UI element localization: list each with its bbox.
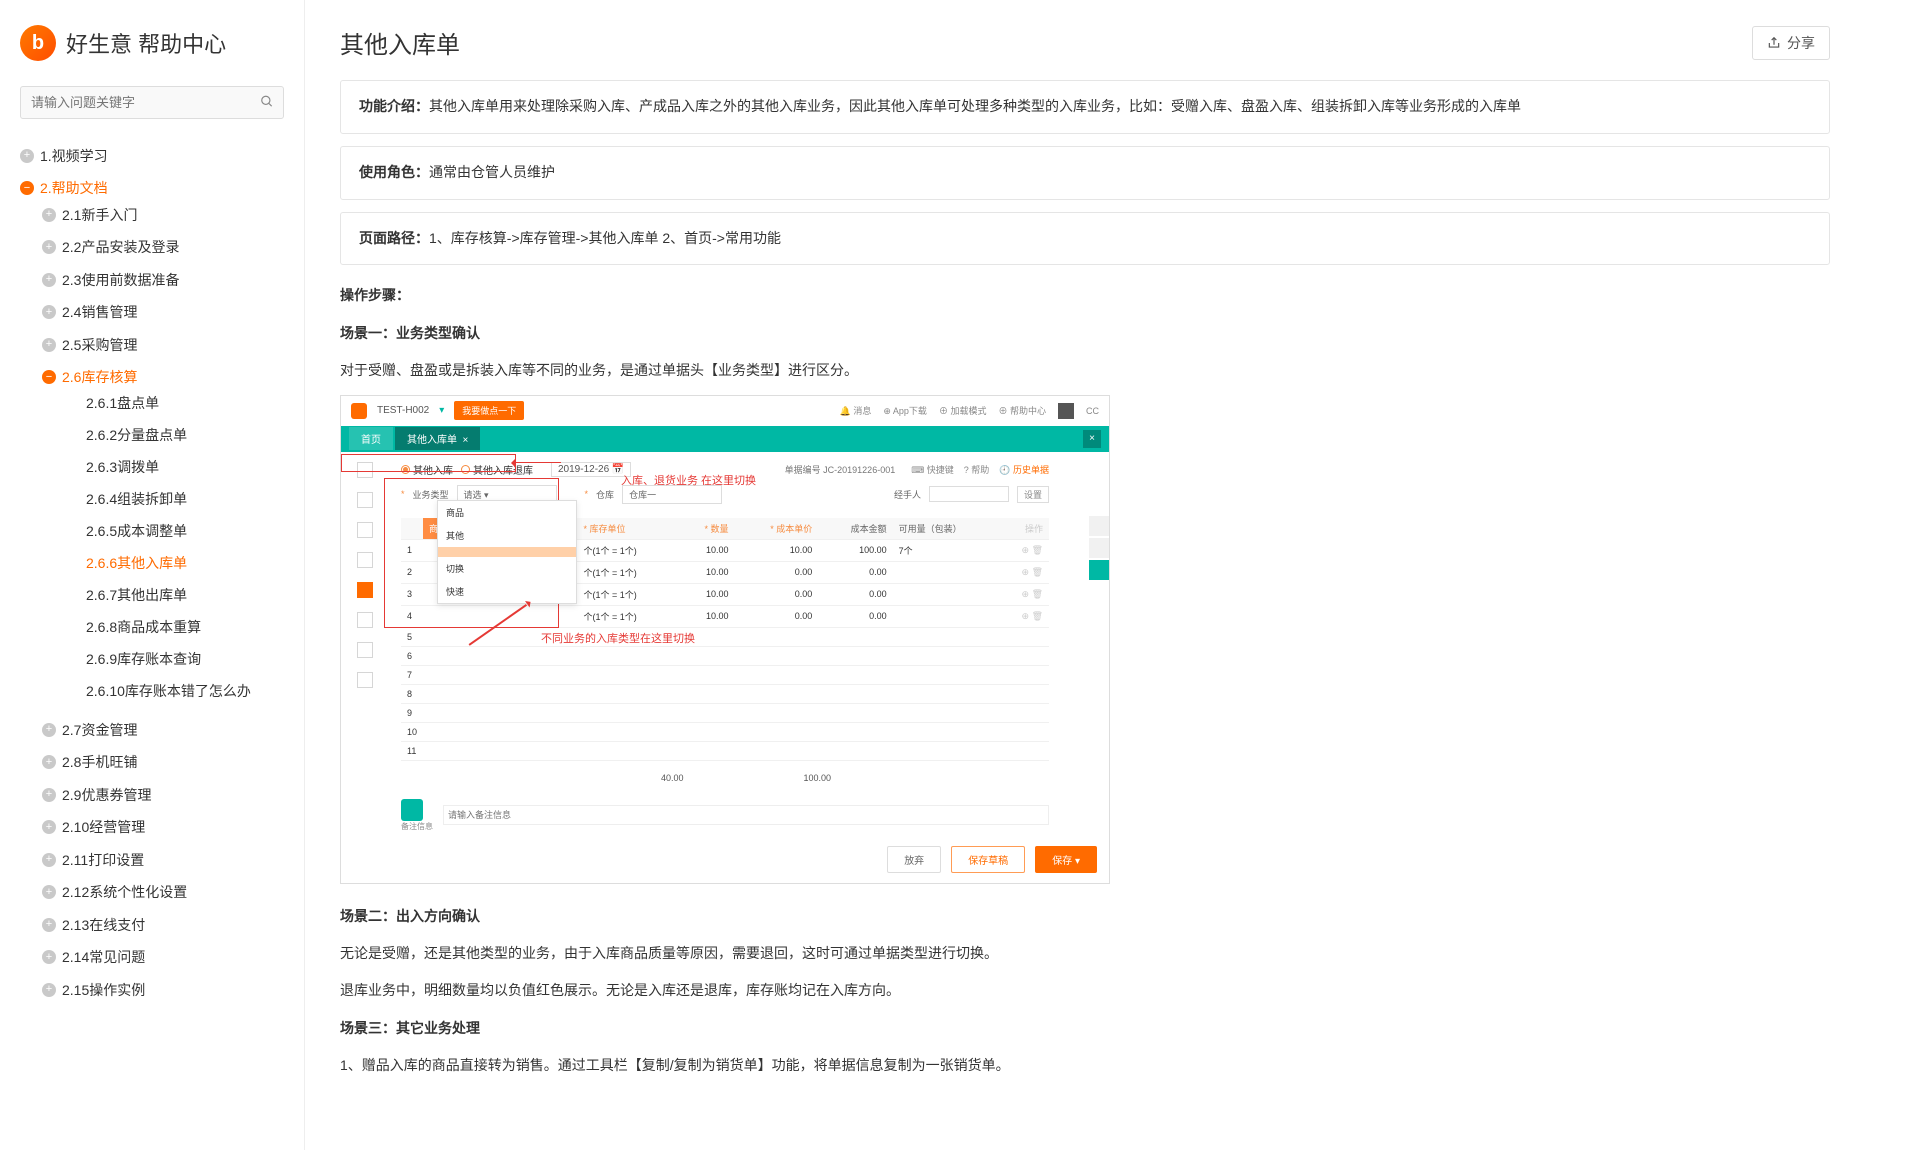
logo: b 好生意 帮助中心 (20, 25, 284, 61)
steps-heading: 操作步骤： (340, 283, 1830, 308)
shot-quicklinks: ⌨ 快捷键 ? 帮助 🕘 历史单据 (911, 463, 1049, 476)
sidebar: b 好生意 帮助中心 +1.视频学习 −2.帮助文档 +2.1新手入门 +2.2… (0, 0, 305, 1150)
shot-top-links: 🔔 消息 ⊕ App下载 ⊕ 加载模式 ⊕ 帮助中心 CC (840, 403, 1099, 419)
search-input[interactable] (20, 86, 284, 119)
shot-tab-home: 首页 (349, 427, 393, 450)
wh-label: 仓库 (596, 488, 614, 501)
nav-item-24[interactable]: +2.4销售管理 (42, 302, 137, 322)
close-icon: × (1083, 430, 1101, 448)
nav-item-213[interactable]: +2.13在线支付 (42, 915, 145, 935)
plus-icon: + (42, 885, 56, 899)
shot-right-tools (1089, 516, 1109, 582)
scene-1-text: 对于受赠、盘盈或是拆装入库等不同的业务，是通过单据头【业务类型】进行区分。 (340, 358, 1830, 383)
nav-item-28[interactable]: +2.8手机旺铺 (42, 752, 137, 772)
nav-item-210[interactable]: +2.10经营管理 (42, 817, 145, 837)
nav-item-268[interactable]: 2.6.8商品成本重算 (86, 617, 201, 637)
plus-icon: + (42, 273, 56, 287)
plus-icon: + (42, 208, 56, 222)
minus-icon: − (42, 370, 56, 384)
nav-item-267[interactable]: 2.6.7其他出库单 (86, 585, 187, 605)
plus-icon: + (42, 788, 56, 802)
main-content: 其他入库单 分享 功能介绍：其他入库单用来处理除采购入库、产成品入库之外的其他入… (305, 0, 1865, 1150)
shot-docno: 单据编号 JC-20191226-001 (785, 463, 896, 476)
nav-item-214[interactable]: +2.14常见问题 (42, 947, 145, 967)
shot-cancel: 放弃 (887, 846, 941, 873)
shot-date: 2019-12-26 📅 (551, 462, 631, 477)
plus-icon: + (42, 853, 56, 867)
plus-icon: + (42, 338, 56, 352)
role-box: 使用角色：通常由仓管人员维护 (340, 146, 1830, 200)
scene-2-text-1: 无论是受赠，还是其他类型的业务，由于入库商品质量等原因，需要退回，这时可通过单据… (340, 941, 1830, 966)
memo-icon (401, 799, 423, 821)
brand-title: 好生意 帮助中心 (66, 27, 226, 59)
minus-icon: − (20, 181, 34, 195)
shot-top-action: 我要做点一下 (454, 401, 524, 420)
nav-tree: +1.视频学习 −2.帮助文档 +2.1新手入门 +2.2产品安装及登录 +2.… (20, 139, 284, 1012)
memo-label: 备注信息 (401, 821, 433, 832)
plus-icon: + (42, 820, 56, 834)
shot-sum: 40.00 100.00 (401, 769, 1049, 793)
search-box (20, 86, 284, 119)
shot-test-id: TEST-H002 (377, 405, 429, 416)
shot-side-icons (341, 452, 389, 883)
handler-label: 经手人 (894, 488, 921, 501)
scene-3-text-1: 1、赠品入库的商品直接转为销售。通过工具栏【复制/复制为销货单】功能，将单据信息… (340, 1053, 1830, 1078)
scene-3-title: 场景三：其它业务处理 (340, 1016, 1830, 1041)
share-button[interactable]: 分享 (1752, 26, 1830, 60)
nav-item-269[interactable]: 2.6.9库存账本查询 (86, 649, 201, 669)
biztype-dropdown: 商品 其他 切换 快速 (437, 500, 577, 604)
nav-item-263[interactable]: 2.6.3调拨单 (86, 457, 159, 477)
nav-item-26[interactable]: −2.6库存核算 (42, 367, 137, 387)
memo-input (443, 805, 1049, 825)
plus-icon: + (42, 723, 56, 737)
nav-item-211[interactable]: +2.11打印设置 (42, 850, 144, 870)
screenshot-image: TEST-H002 ▾ 我要做点一下 🔔 消息 ⊕ App下载 ⊕ 加载模式 ⊕… (340, 395, 1110, 884)
nav-item-27[interactable]: +2.7资金管理 (42, 720, 137, 740)
share-icon (1767, 36, 1781, 50)
plus-icon: + (42, 918, 56, 932)
plus-icon: + (42, 305, 56, 319)
nav-item-29[interactable]: +2.9优惠券管理 (42, 785, 151, 805)
nav-item-264[interactable]: 2.6.4组装拆卸单 (86, 489, 187, 509)
scene-2-title: 场景二：出入方向确认 (340, 904, 1830, 929)
scene-1-title: 场景一：业务类型确认 (340, 321, 1830, 346)
plus-icon: + (42, 240, 56, 254)
scene-2-text-2: 退库业务中，明细数量均以负值红色展示。无论是入库还是退库，库存账均记在入库方向。 (340, 978, 1830, 1003)
mini-logo-icon (351, 403, 367, 419)
nav-item-docs[interactable]: −2.帮助文档 (20, 178, 108, 198)
logo-icon: b (20, 25, 56, 61)
plus-icon: + (42, 755, 56, 769)
cfg-button: 设置 (1017, 486, 1049, 503)
intro-box: 功能介绍：其他入库单用来处理除采购入库、产成品入库之外的其他入库业务，因此其他入… (340, 80, 1830, 134)
nav-item-22[interactable]: +2.2产品安装及登录 (42, 237, 179, 257)
shot-draft: 保存草稿 (951, 846, 1025, 873)
page-title: 其他入库单 (340, 25, 460, 60)
plus-icon: + (42, 983, 56, 997)
handler-select (929, 486, 1009, 502)
shot-save: 保存 ▾ (1035, 846, 1097, 873)
plus-icon: + (20, 149, 34, 163)
annotation-2: 不同业务的入库类型在这里切换 (541, 630, 695, 646)
path-box: 页面路径：1、库存核算->库存管理->其他入库单 2、首页->常用功能 (340, 212, 1830, 266)
shot-tab-doc: 其他入库单 × (395, 427, 480, 450)
nav-item-261[interactable]: 2.6.1盘点单 (86, 393, 159, 413)
nav-item-23[interactable]: +2.3使用前数据准备 (42, 270, 179, 290)
nav-item-25[interactable]: +2.5采购管理 (42, 335, 137, 355)
nav-item-212[interactable]: +2.12系统个性化设置 (42, 882, 187, 902)
nav-item-262[interactable]: 2.6.2分量盘点单 (86, 425, 187, 445)
nav-item-266[interactable]: 2.6.6其他入库单 (86, 553, 187, 573)
nav-item-215[interactable]: +2.15操作实例 (42, 980, 145, 1000)
search-icon[interactable] (260, 94, 274, 111)
nav-item-video[interactable]: +1.视频学习 (20, 146, 108, 166)
nav-item-2610[interactable]: 2.6.10库存账本错了怎么办 (86, 681, 251, 701)
nav-item-265[interactable]: 2.6.5成本调整单 (86, 521, 187, 541)
annotation-1: 入库、退货业务 在这里切换 (621, 472, 756, 488)
nav-item-21[interactable]: +2.1新手入门 (42, 205, 137, 225)
plus-icon: + (42, 950, 56, 964)
